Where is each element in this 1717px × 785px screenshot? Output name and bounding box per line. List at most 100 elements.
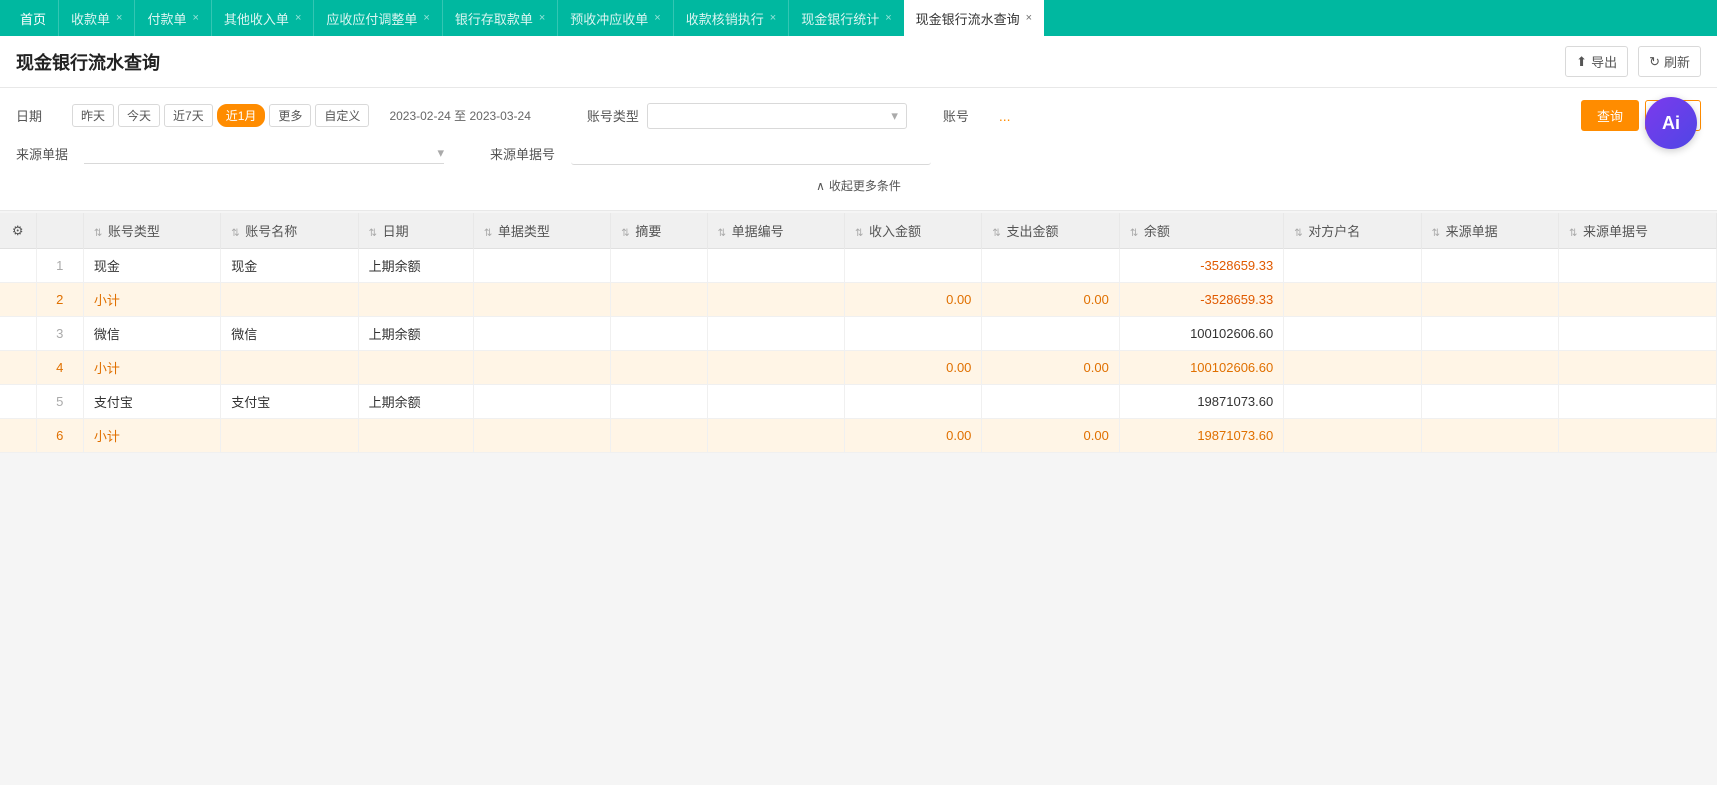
nav-home[interactable]: 首页 [8,0,58,36]
close-icon[interactable]: × [295,12,301,24]
date-btn-1month[interactable]: 近1月 [217,104,266,127]
row-date [358,419,473,453]
close-icon[interactable]: × [654,12,660,24]
collapse-bar[interactable]: ∧ 收起更多条件 [16,173,1701,202]
close-icon[interactable]: × [539,12,545,24]
row-gear-cell [0,249,36,283]
row-doc-type [473,385,610,419]
row-date [358,351,473,385]
filter-row-source: 来源单据 ▾ 来源单据号 [16,141,1701,165]
account-type-select[interactable]: ▾ [647,103,907,129]
account-no-filter: 账号 ... [943,104,1019,128]
row-date: 上期余额 [358,249,473,283]
th-account-type: ⇅ 账号类型 [83,213,220,249]
th-source-doc: ⇅ 来源单据 [1421,213,1558,249]
row-account-type: 支付宝 [83,385,220,419]
row-counterparty [1284,419,1421,453]
nav-tab-收款单[interactable]: 收款单 × [58,0,134,36]
source-doc-label: 来源单据 [16,144,68,163]
sort-icon[interactable]: ⇅ [369,228,377,239]
row-source-doc-no [1559,351,1717,385]
date-btn-custom[interactable]: 自定义 [315,104,369,127]
th-num [36,213,83,249]
row-counterparty [1284,317,1421,351]
row-account-type: 微信 [83,317,220,351]
row-summary [611,419,707,453]
row-source-doc-no [1559,317,1717,351]
sort-icon[interactable]: ⇅ [231,228,239,239]
th-doc-no: ⇅ 单据编号 [707,213,844,249]
sort-icon[interactable]: ⇅ [1294,228,1302,239]
nav-tab-其他收入单[interactable]: 其他收入单 × [211,0,313,36]
data-table: ⚙ ⇅ 账号类型 ⇅ 账号名称 ⇅ 日期 ⇅ 单据类型 [0,213,1717,453]
row-date: 上期余额 [358,317,473,351]
table-row: 4 小计 0.00 0.00 100102606.60 [0,351,1717,385]
close-icon[interactable]: × [423,12,429,24]
nav-tab-收款核销执行[interactable]: 收款核销执行 × [673,0,788,36]
row-account-type: 小计 [83,419,220,453]
source-doc-no-input[interactable] [571,141,931,165]
row-doc-no [707,385,844,419]
account-type-label: 账号类型 [587,106,639,125]
nav-tab-付款单[interactable]: 付款单 × [134,0,210,36]
date-buttons-group: 昨天 今天 近7天 近1月 更多 自定义 [72,104,369,127]
row-source-doc-no [1559,419,1717,453]
close-icon[interactable]: × [192,12,198,24]
date-btn-more[interactable]: 更多 [269,104,311,127]
date-btn-today[interactable]: 今天 [118,104,160,127]
row-source-doc [1421,283,1558,317]
row-income [845,385,982,419]
row-doc-no [707,351,844,385]
th-account-name: ⇅ 账号名称 [221,213,358,249]
row-expense: 0.00 [982,283,1119,317]
sort-icon[interactable]: ⇅ [1432,228,1440,239]
refresh-button[interactable]: ↻ 刷新 [1638,46,1701,77]
th-counterparty: ⇅ 对方户名 [1284,213,1421,249]
date-btn-7days[interactable]: 近7天 [164,104,213,127]
export-button[interactable]: ⬆ 导出 [1565,46,1628,77]
sort-icon[interactable]: ⇅ [855,228,863,239]
table-row: 2 小计 0.00 0.00 -3528659.33 [0,283,1717,317]
row-summary [611,283,707,317]
row-source-doc [1421,249,1558,283]
filter-area: 日期 昨天 今天 近7天 近1月 更多 自定义 2023-02-24 至 202… [0,88,1717,211]
chevron-down-icon-source: ▾ [437,145,444,161]
close-icon[interactable]: × [770,12,776,24]
close-icon[interactable]: × [1026,12,1032,24]
table-header-row: ⚙ ⇅ 账号类型 ⇅ 账号名称 ⇅ 日期 ⇅ 单据类型 [0,213,1717,249]
row-counterparty [1284,351,1421,385]
th-balance: ⇅ 余额 [1119,213,1283,249]
gear-icon[interactable]: ⚙ [12,223,24,238]
row-doc-type [473,249,610,283]
data-table-wrap: ⚙ ⇅ 账号类型 ⇅ 账号名称 ⇅ 日期 ⇅ 单据类型 [0,213,1717,453]
query-button[interactable]: 查询 [1581,100,1639,131]
sort-icon[interactable]: ⇅ [94,228,102,239]
account-no-label: 账号 [943,106,983,125]
sort-icon[interactable]: ⇅ [484,228,492,239]
close-icon[interactable]: × [116,12,122,24]
row-balance: 100102606.60 [1119,351,1283,385]
row-num: 1 [36,249,83,283]
sort-icon[interactable]: ⇅ [621,228,629,239]
sort-icon[interactable]: ⇅ [992,228,1000,239]
th-expense: ⇅ 支出金额 [982,213,1119,249]
row-account-type: 小计 [83,351,220,385]
nav-tab-现金银行统计[interactable]: 现金银行统计 × [788,0,903,36]
row-summary [611,351,707,385]
sort-icon[interactable]: ⇅ [718,228,726,239]
nav-tab-预收冲应收单[interactable]: 预收冲应收单 × [557,0,672,36]
row-account-name [221,351,358,385]
ai-assistant-button[interactable]: Ai [1645,97,1697,149]
close-icon[interactable]: × [885,12,891,24]
sort-icon[interactable]: ⇅ [1569,228,1577,239]
nav-tab-银行存取款单[interactable]: 银行存取款单 × [442,0,557,36]
row-account-name [221,419,358,453]
sort-icon[interactable]: ⇅ [1130,228,1138,239]
row-source-doc-no [1559,283,1717,317]
th-summary: ⇅ 摘要 [611,213,707,249]
account-no-dots-button[interactable]: ... [991,104,1019,128]
nav-tab-应收应付调整单[interactable]: 应收应付调整单 × [313,0,441,36]
source-doc-select[interactable]: ▾ [84,143,444,164]
nav-tab-现金银行流水查询[interactable]: 现金银行流水查询 × [904,0,1044,36]
date-btn-yesterday[interactable]: 昨天 [72,104,114,127]
